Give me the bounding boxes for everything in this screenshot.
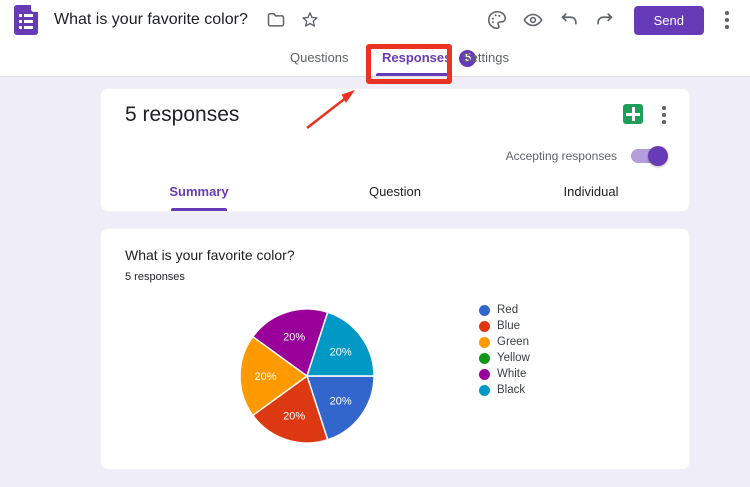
tab-settings[interactable]: Settings [462, 40, 509, 76]
send-button[interactable]: Send [633, 5, 704, 35]
logo-list-glyph [19, 14, 33, 32]
tab-responses-label: Responses [382, 50, 452, 65]
subtab-summary[interactable]: Summary [101, 175, 297, 211]
undo-icon[interactable] [558, 9, 580, 31]
responses-count-title: 5 responses [125, 103, 240, 126]
question-response-count: 5 responses [125, 271, 185, 283]
responses-more-menu-icon[interactable] [655, 103, 673, 127]
legend-label: Green [497, 336, 529, 348]
toggle-knob [648, 146, 668, 166]
legend-item-white: White [479, 366, 530, 382]
legend-item-yellow: Yellow [479, 350, 530, 366]
responses-tab-indicator [376, 73, 448, 76]
header-more-menu-icon[interactable] [718, 8, 736, 32]
subtab-question[interactable]: Question [297, 175, 493, 211]
pie-slice-label: 20% [330, 395, 352, 407]
legend-item-green: Green [479, 334, 530, 350]
legend-dot [479, 336, 490, 348]
theme-palette-icon[interactable] [486, 9, 508, 31]
redo-icon[interactable] [594, 9, 616, 31]
legend-label: Black [497, 384, 526, 396]
legend-dot [479, 352, 490, 364]
legend-label: Blue [497, 320, 521, 332]
summary-subtabs: Summary Question Individual [101, 175, 689, 211]
question-result-card: What is your favorite color? 5 responses… [100, 228, 690, 470]
responses-summary-card: 5 responses Accepting responses Summary … [100, 88, 690, 212]
legend-label: White [497, 368, 527, 380]
subtab-indicator [171, 208, 227, 211]
legend-label: Red [497, 304, 519, 316]
subtab-individual[interactable]: Individual [493, 175, 689, 211]
pie-slice-label: 20% [330, 347, 352, 359]
pie-slice-label: 20% [254, 371, 276, 383]
chart-legend: Red Blue Green Yellow White Black [479, 302, 530, 398]
pie-slice-label: 20% [283, 332, 305, 344]
legend-dot [479, 304, 490, 316]
create-spreadsheet-icon[interactable] [623, 104, 643, 124]
legend-dot [479, 384, 490, 396]
accepting-responses-label: Accepting responses [505, 149, 617, 163]
preview-eye-icon[interactable] [522, 9, 544, 31]
move-to-folder-icon[interactable] [266, 10, 286, 30]
main-tab-strip: Questions Responses 5 Settings [0, 40, 750, 77]
header-action-icons: Send [472, 5, 736, 35]
pie-chart-svg: 20% 20% 20% 20% 20% [239, 308, 375, 444]
app-header: What is your favorite color? Send [0, 0, 750, 40]
logo-fold [31, 5, 38, 12]
legend-dot [479, 320, 490, 332]
legend-dot [479, 368, 490, 380]
accepting-responses-toggle[interactable] [631, 146, 668, 166]
subtab-summary-label: Summary [169, 184, 229, 199]
google-forms-logo-icon[interactable] [14, 5, 38, 35]
legend-item-black: Black [479, 382, 530, 398]
form-title[interactable]: What is your favorite color? [54, 11, 248, 29]
star-icon[interactable] [300, 10, 320, 30]
tab-questions[interactable]: Questions [290, 40, 349, 76]
pie-slice-label: 20% [283, 411, 305, 423]
legend-item-red: Red [479, 302, 530, 318]
legend-item-blue: Blue [479, 318, 530, 334]
legend-label: Yellow [497, 352, 530, 364]
question-title: What is your favorite color? [125, 247, 295, 263]
